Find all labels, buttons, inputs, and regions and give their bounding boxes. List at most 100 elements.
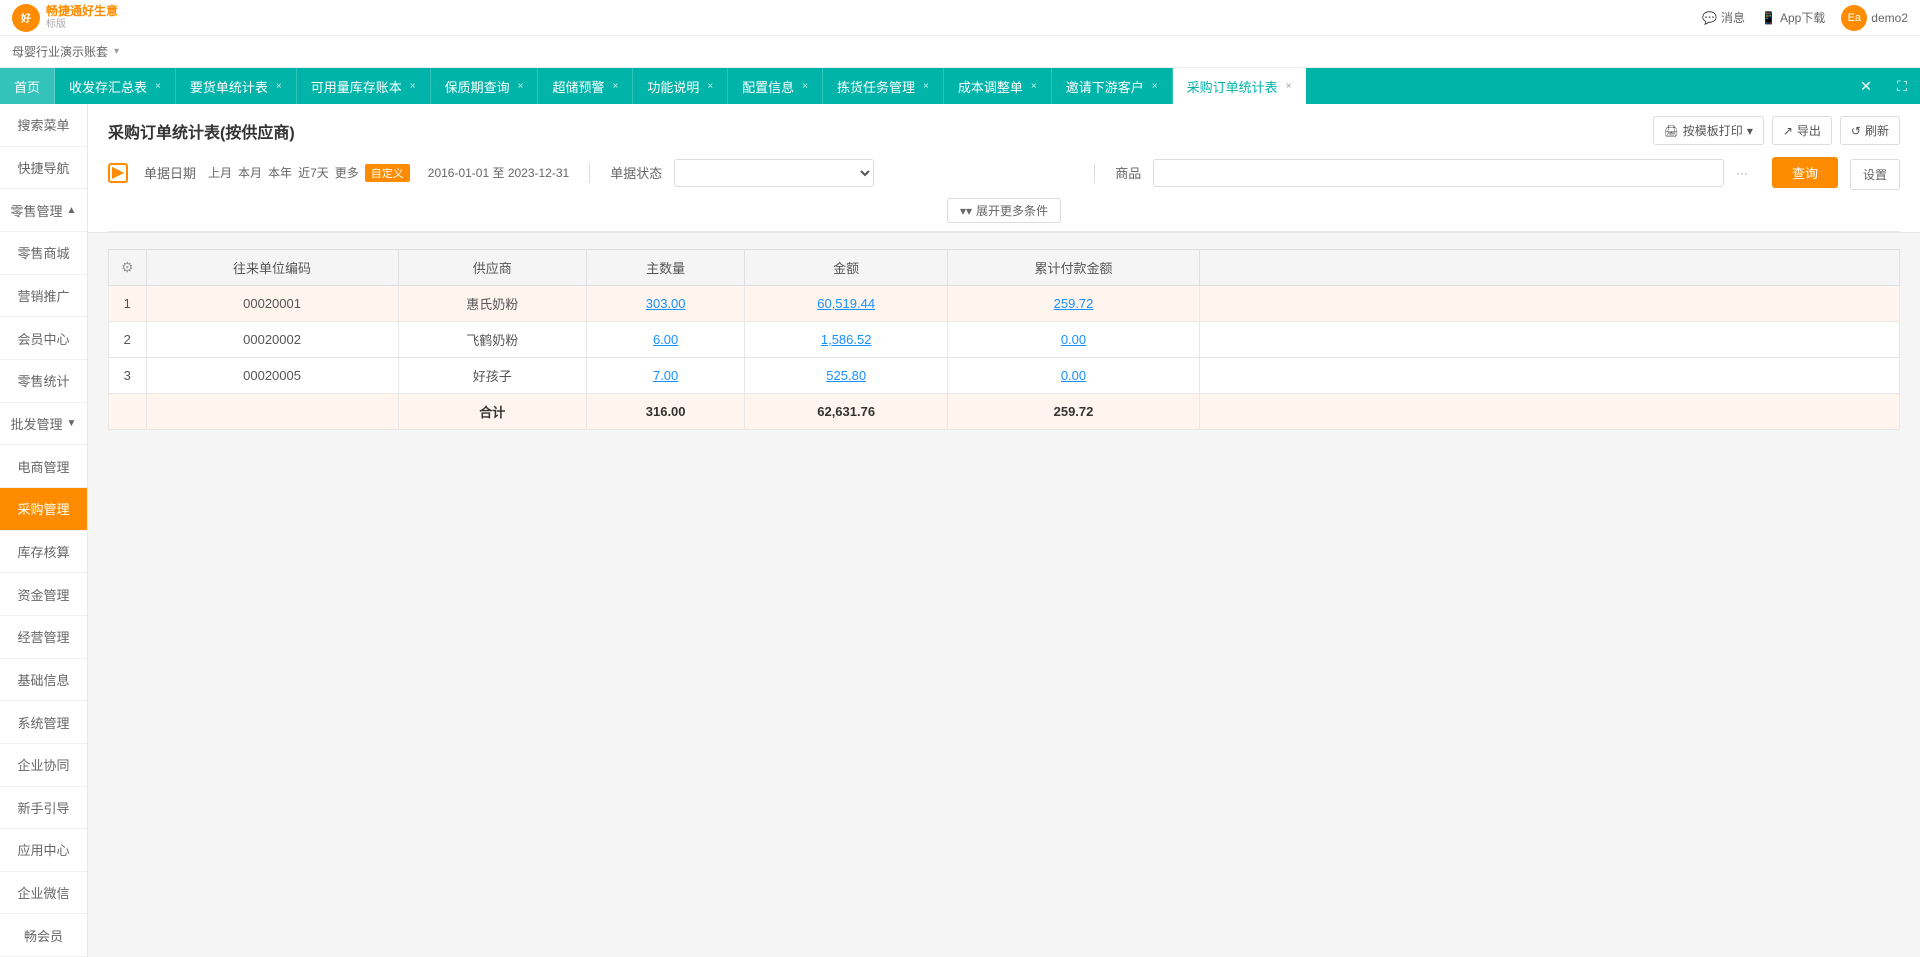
top-bar-left: 好 畅捷通好生意 标版 (12, 4, 118, 32)
tab-close-icon[interactable]: × (1152, 81, 1158, 92)
chevron-down-icon: ▲ (67, 205, 77, 216)
tab-shoufacun[interactable]: 收发存汇总表 × (55, 68, 176, 104)
row-amount[interactable]: 60,519.44 (745, 286, 948, 322)
sidebar-item-finance[interactable]: 资金管理 (0, 573, 87, 616)
table-footer-row: 合计 316.00 62,631.76 259.72 (109, 394, 1900, 430)
content-area: 采购订单统计表(按供应商) 🖨 按模板打印 ▾ ↗ 导出 ↺ 刷新 (88, 104, 1920, 957)
row-qty[interactable]: 6.00 (586, 322, 744, 358)
goods-label: 商品 (1115, 163, 1141, 182)
sidebar-item-inventory[interactable]: 库存核算 (0, 531, 87, 574)
settings-button[interactable]: 设置 (1850, 159, 1900, 190)
refresh-button[interactable]: ↺ 刷新 (1840, 116, 1900, 145)
download-icon: 📱 (1761, 11, 1776, 25)
shortcut-7days[interactable]: 近7天 (298, 164, 329, 181)
tab-close-icon[interactable]: × (410, 81, 416, 92)
tab-close-icon[interactable]: × (276, 81, 282, 92)
sidebar-item-member[interactable]: 会员中心 (0, 317, 87, 360)
shortcut-this-month[interactable]: 本月 (238, 164, 262, 181)
sidebar-item-retail-mgmt[interactable]: 零售管理 ▲ (0, 189, 87, 232)
row-qty[interactable]: 7.00 (586, 358, 744, 394)
filter-area: ▶ 单据日期 上月 本月 本年 近7天 更多 自定义 2016-01-01 至 … (108, 155, 1900, 232)
tab-yaoqing[interactable]: 邀请下游客户 × (1052, 68, 1173, 104)
sidebar-item-marketing[interactable]: 营销推广 (0, 275, 87, 318)
sidebar-item-basic-info[interactable]: 基础信息 (0, 659, 87, 702)
sidebar-item-enterprise[interactable]: 企业协同 (0, 744, 87, 787)
logo-area: 好 畅捷通好生意 标版 (12, 4, 118, 32)
page-title-row: 采购订单统计表(按供应商) 🖨 按模板打印 ▾ ↗ 导出 ↺ 刷新 (108, 116, 1900, 145)
row-paid[interactable]: 0.00 (947, 358, 1199, 394)
sidebar-item-newbie[interactable]: 新手引导 (0, 787, 87, 830)
sidebar-item-member2[interactable]: 畅会员 (0, 914, 87, 957)
sidebar-item-operations[interactable]: 经营管理 (0, 616, 87, 659)
th-code: 往来单位编码 (146, 250, 398, 286)
goods-more-btn[interactable]: ··· (1736, 166, 1748, 180)
row-seq: 3 (109, 358, 147, 394)
tab-close-icon[interactable]: × (923, 81, 929, 92)
sidebar-item-retail-stats[interactable]: 零售统计 (0, 360, 87, 403)
th-extra (1200, 250, 1900, 286)
tab-close-icon[interactable]: × (518, 81, 524, 92)
user-info[interactable]: Ea demo2 (1841, 5, 1908, 31)
tab-close-icon[interactable]: × (1286, 81, 1292, 92)
row-amount[interactable]: 1,586.52 (745, 322, 948, 358)
row-paid[interactable]: 0.00 (947, 322, 1199, 358)
sidebar-item-search[interactable]: 搜索菜单 (0, 104, 87, 147)
date-label: 单据日期 (144, 163, 196, 182)
print-icon: 🖨 (1664, 124, 1679, 138)
sidebar-item-system[interactable]: 系统管理 (0, 701, 87, 744)
row-qty[interactable]: 303.00 (586, 286, 744, 322)
tab-chengben[interactable]: 成本调整单 × (944, 68, 1052, 104)
gear-icon[interactable]: ⚙ (121, 259, 134, 275)
tab-gongneng[interactable]: 功能说明 × (633, 68, 728, 104)
tab-close-icon[interactable]: × (707, 81, 713, 92)
sidebar-item-appcenter[interactable]: 应用中心 (0, 829, 87, 872)
row-paid[interactable]: 259.72 (947, 286, 1199, 322)
logo-icon: 好 (12, 4, 40, 32)
sidebar-item-wechat[interactable]: 企业微信 (0, 872, 87, 915)
tab-close-icon[interactable]: × (612, 81, 618, 92)
row-amount[interactable]: 525.80 (745, 358, 948, 394)
tab-close-icon[interactable]: × (155, 81, 161, 92)
row-code: 00020001 (146, 286, 398, 322)
query-button[interactable]: 查询 (1772, 157, 1838, 188)
row-supplier: 惠氏奶粉 (398, 286, 586, 322)
nav-close-btn[interactable]: ✕ (1848, 68, 1884, 104)
row-code: 00020002 (146, 322, 398, 358)
footer-label: 合计 (398, 394, 586, 430)
sidebar-item-purchase[interactable]: 采购管理 (0, 488, 87, 531)
expand-filter-btn[interactable]: ▶ (108, 163, 128, 183)
tab-baozhi[interactable]: 保质期查询 × (431, 68, 539, 104)
dropdown-arrow-icon: ▾ (1747, 124, 1753, 138)
shortcut-last-month[interactable]: 上月 (208, 164, 232, 181)
main-layout: 搜索菜单 快捷导航 零售管理 ▲ 零售商城 营销推广 会员中心 零售统计 批发管… (0, 104, 1920, 957)
workspace-selector[interactable]: 母婴行业演示账套 ▾ (12, 43, 119, 60)
sidebar-item-quicknav[interactable]: 快捷导航 (0, 147, 87, 190)
tab-chaochu[interactable]: 超储预警 × (538, 68, 633, 104)
sidebar-item-ecommerce[interactable]: 电商管理 (0, 445, 87, 488)
tab-caigou-active[interactable]: 采购订单统计表 × (1173, 68, 1307, 104)
tab-home[interactable]: 首页 (0, 68, 55, 104)
row-supplier: 飞鹤奶粉 (398, 322, 586, 358)
sidebar-item-retail-shop[interactable]: 零售商城 (0, 232, 87, 275)
message-btn[interactable]: 💬 消息 (1702, 9, 1745, 26)
tab-yaohuo[interactable]: 要货单统计表 × (176, 68, 297, 104)
shortcut-more[interactable]: 更多 (335, 164, 359, 181)
shortcut-this-year[interactable]: 本年 (268, 164, 292, 181)
page-actions: 🖨 按模板打印 ▾ ↗ 导出 ↺ 刷新 (1653, 116, 1900, 145)
custom-date-badge[interactable]: 自定义 (365, 164, 410, 182)
app-download-btn[interactable]: 📱 App下载 (1761, 9, 1825, 26)
template-print-button[interactable]: 🖨 按模板打印 ▾ (1653, 116, 1764, 145)
status-select[interactable] (674, 159, 874, 187)
tab-jianhuo[interactable]: 拣货任务管理 × (823, 68, 944, 104)
tab-peizhi[interactable]: 配置信息 × (728, 68, 823, 104)
footer-amount: 62,631.76 (745, 394, 948, 430)
tab-close-icon[interactable]: × (802, 81, 808, 92)
export-button[interactable]: ↗ 导出 (1772, 116, 1832, 145)
goods-input[interactable] (1153, 159, 1724, 187)
nav-fullscreen-btn[interactable]: ⛶ (1884, 68, 1920, 104)
expand-more-btn[interactable]: ▾▾ 展开更多条件 (947, 198, 1061, 223)
sidebar-item-wholesale[interactable]: 批发管理 ▼ (0, 403, 87, 446)
tab-keyongliang[interactable]: 可用量库存账本 × (297, 68, 431, 104)
row-code: 00020005 (146, 358, 398, 394)
tab-close-icon[interactable]: × (1031, 81, 1037, 92)
